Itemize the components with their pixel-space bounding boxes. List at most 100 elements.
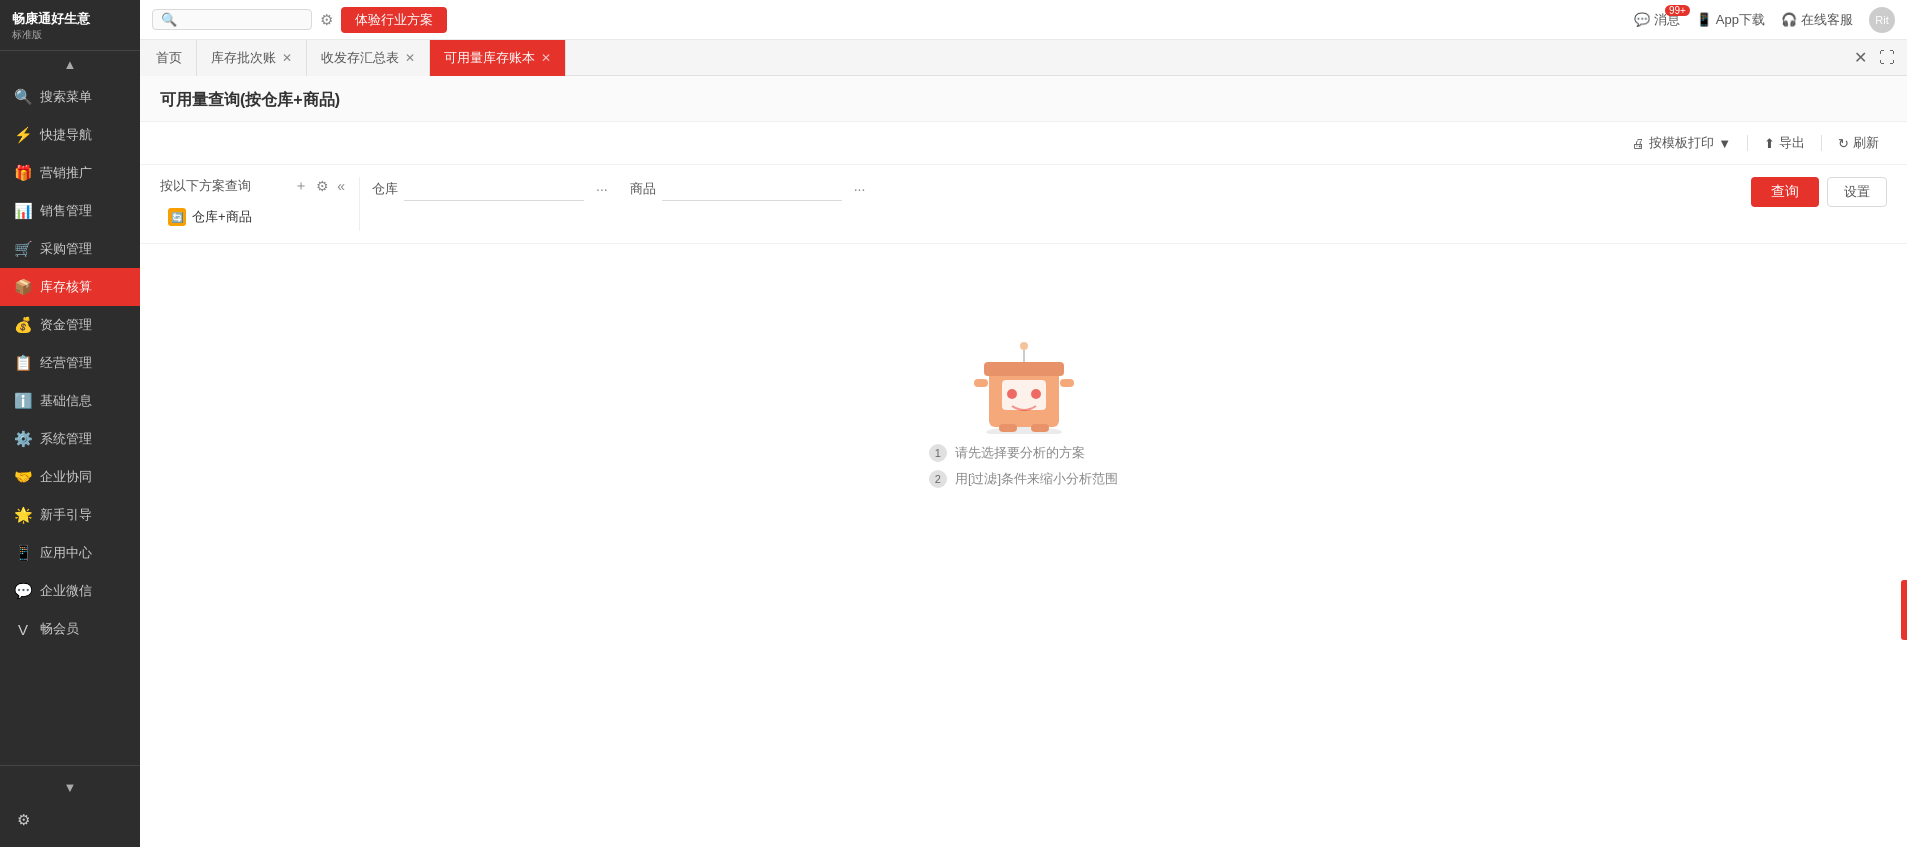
svg-rect-9	[1060, 379, 1074, 387]
svg-point-0	[986, 427, 1062, 434]
tip-text: 请先选择要分析的方案	[955, 444, 1085, 462]
tab-batch-ledger[interactable]: 库存批次账 ✕	[197, 40, 307, 76]
sidebar-label-system: 系统管理	[40, 430, 92, 448]
topbar-right: 💬 消息 99+ 📱 App下载 🎧 在线客服 Rit	[1634, 7, 1895, 33]
online-service-label: 在线客服	[1801, 11, 1853, 29]
warehouse-field: 仓库 ···	[372, 177, 614, 201]
sidebar-item-settings-bottom[interactable]: ⚙	[0, 801, 140, 839]
sidebar-item-operations[interactable]: 📋经营管理	[0, 344, 140, 382]
settings-bottom-icon: ⚙	[14, 811, 32, 829]
svg-point-5	[1031, 389, 1041, 399]
sidebar-item-system[interactable]: ⚙️系统管理	[0, 420, 140, 458]
filter-scheme-actions: ＋ ⚙ «	[292, 177, 347, 195]
sidebar-scroll-down[interactable]: ▼	[0, 774, 140, 801]
sidebar-item-inventory[interactable]: 📦库存核算	[0, 268, 140, 306]
sidebar-item-shortcut[interactable]: ⚡快捷导航	[0, 116, 140, 154]
sidebar-label-finance: 资金管理	[40, 316, 92, 334]
right-edge-indicator	[1901, 580, 1907, 640]
tip-text: 用[过滤]条件来缩小分析范围	[955, 470, 1118, 488]
tab-close-batch-ledger[interactable]: ✕	[282, 51, 292, 65]
sidebar-label-search: 搜索菜单	[40, 88, 92, 106]
sidebar-label-sales: 销售管理	[40, 202, 92, 220]
tab-label-avail-ledger: 可用量库存账本	[444, 49, 535, 67]
sidebar-item-enterprise[interactable]: 🤝企业协同	[0, 458, 140, 496]
sidebar-item-marketing[interactable]: 🎁营销推广	[0, 154, 140, 192]
tab-home[interactable]: 首页	[140, 40, 197, 76]
tip-num: 2	[929, 470, 947, 488]
tab-close-btn[interactable]: ✕	[1850, 48, 1871, 67]
search-icon: 🔍	[161, 12, 177, 27]
tab-label-batch-ledger: 库存批次账	[211, 49, 276, 67]
page-content: 可用量查询(按仓库+商品) 🖨 按模板打印 ▼ ⬆ 导出 ↻ 刷新	[140, 76, 1907, 847]
add-scheme-btn[interactable]: ＋	[292, 177, 310, 195]
refresh-btn[interactable]: ↻ 刷新	[1830, 130, 1887, 156]
warehouse-input[interactable]	[404, 177, 584, 201]
empty-tip: 2 用[过滤]条件来缩小分析范围	[929, 470, 1118, 488]
tab-close-avail-ledger[interactable]: ✕	[541, 51, 551, 65]
sidebar-icon-marketing: 🎁	[14, 164, 32, 182]
message-icon: 💬	[1634, 12, 1650, 27]
message-badge: 99+	[1665, 5, 1690, 16]
scheme-label: 仓库+商品	[192, 208, 252, 226]
empty-illustration-svg	[974, 324, 1074, 434]
print-template-label: 按模板打印	[1649, 134, 1714, 152]
toolbar-sep-2	[1821, 135, 1822, 151]
tab-label-home: 首页	[156, 49, 182, 67]
page-header: 可用量查询(按仓库+商品)	[140, 76, 1907, 122]
sidebar-logo-title: 畅康通好生意	[12, 10, 128, 28]
app-download-label: App下载	[1716, 11, 1765, 29]
svg-rect-11	[1031, 424, 1049, 432]
scheme-list: 🔄仓库+商品	[160, 203, 347, 231]
gear-icon[interactable]: ⚙	[320, 11, 333, 29]
empty-tips: 1 请先选择要分析的方案 2 用[过滤]条件来缩小分析范围	[929, 444, 1118, 488]
online-service-btn[interactable]: 🎧 在线客服	[1781, 11, 1853, 29]
export-btn[interactable]: ⬆ 导出	[1756, 130, 1813, 156]
refresh-label: 刷新	[1853, 134, 1879, 152]
sidebar-label-newguide: 新手引导	[40, 506, 92, 524]
sidebar-item-appcenter[interactable]: 📱应用中心	[0, 534, 140, 572]
sidebar-icon-wechat: 💬	[14, 582, 32, 600]
collapse-scheme-btn[interactable]: «	[335, 178, 347, 194]
filter-scheme-label: 按以下方案查询	[160, 177, 251, 195]
tab-close-recv-ledger[interactable]: ✕	[405, 51, 415, 65]
print-template-btn[interactable]: 🖨 按模板打印 ▼	[1624, 130, 1739, 156]
filter-fields: 仓库 ··· 商品 ···	[372, 177, 1719, 201]
sidebar-label-operations: 经营管理	[40, 354, 92, 372]
svg-point-7	[1020, 342, 1028, 350]
tab-expand-btn[interactable]: ⛶	[1875, 49, 1899, 67]
sidebar-item-newguide[interactable]: 🌟新手引导	[0, 496, 140, 534]
search-input[interactable]	[177, 13, 303, 27]
product-input[interactable]	[662, 177, 842, 201]
sidebar-label-enterprise: 企业协同	[40, 468, 92, 486]
warehouse-more-btn[interactable]: ···	[590, 179, 614, 199]
topbar: 🔍 ⚙ 体验行业方案 💬 消息 99+ 📱 App下载 🎧 在线客服	[140, 0, 1907, 40]
tabbar-actions: ✕ ⛶	[1850, 48, 1907, 67]
edit-scheme-btn[interactable]: ⚙	[314, 178, 331, 194]
sidebar-item-finance[interactable]: 💰资金管理	[0, 306, 140, 344]
sidebar-label-basic: 基础信息	[40, 392, 92, 410]
tab-recv-ledger[interactable]: 收发存汇总表✕	[307, 40, 430, 76]
filter-area: 按以下方案查询 ＋ ⚙ « 🔄仓库+商品 仓库	[140, 165, 1907, 244]
user-avatar-area[interactable]: Rit	[1869, 7, 1895, 33]
app-download-btn[interactable]: 📱 App下载	[1696, 11, 1765, 29]
sidebar-item-basic[interactable]: ℹ️ 基础信息	[0, 382, 140, 420]
sidebar-item-member[interactable]: V畅会员	[0, 610, 140, 648]
query-btn[interactable]: 查询	[1751, 177, 1819, 207]
tip-num: 1	[929, 444, 947, 462]
sidebar-item-sales[interactable]: 📊销售管理	[0, 192, 140, 230]
sidebar-scroll-up[interactable]: ▲	[0, 51, 140, 78]
sidebar-item-wechat[interactable]: 💬企业微信	[0, 572, 140, 610]
settings-btn[interactable]: 设置	[1827, 177, 1887, 207]
sidebar-item-search[interactable]: 🔍搜索菜单	[0, 78, 140, 116]
main-area: 🔍 ⚙ 体验行业方案 💬 消息 99+ 📱 App下载 🎧 在线客服	[140, 0, 1907, 847]
scheme-item[interactable]: 🔄仓库+商品	[160, 203, 347, 231]
search-box[interactable]: 🔍	[152, 9, 312, 30]
product-more-btn[interactable]: ···	[848, 179, 872, 199]
trial-btn[interactable]: 体验行业方案	[341, 7, 447, 33]
message-btn[interactable]: 💬 消息 99+	[1634, 11, 1680, 29]
sidebar-icon-basic: ℹ️	[14, 392, 32, 410]
print-dropdown-icon: ▼	[1718, 136, 1731, 151]
tab-avail-ledger[interactable]: 可用量库存账本 ✕	[430, 40, 566, 76]
sidebar-item-purchase[interactable]: 🛒采购管理	[0, 230, 140, 268]
svg-rect-10	[999, 424, 1017, 432]
